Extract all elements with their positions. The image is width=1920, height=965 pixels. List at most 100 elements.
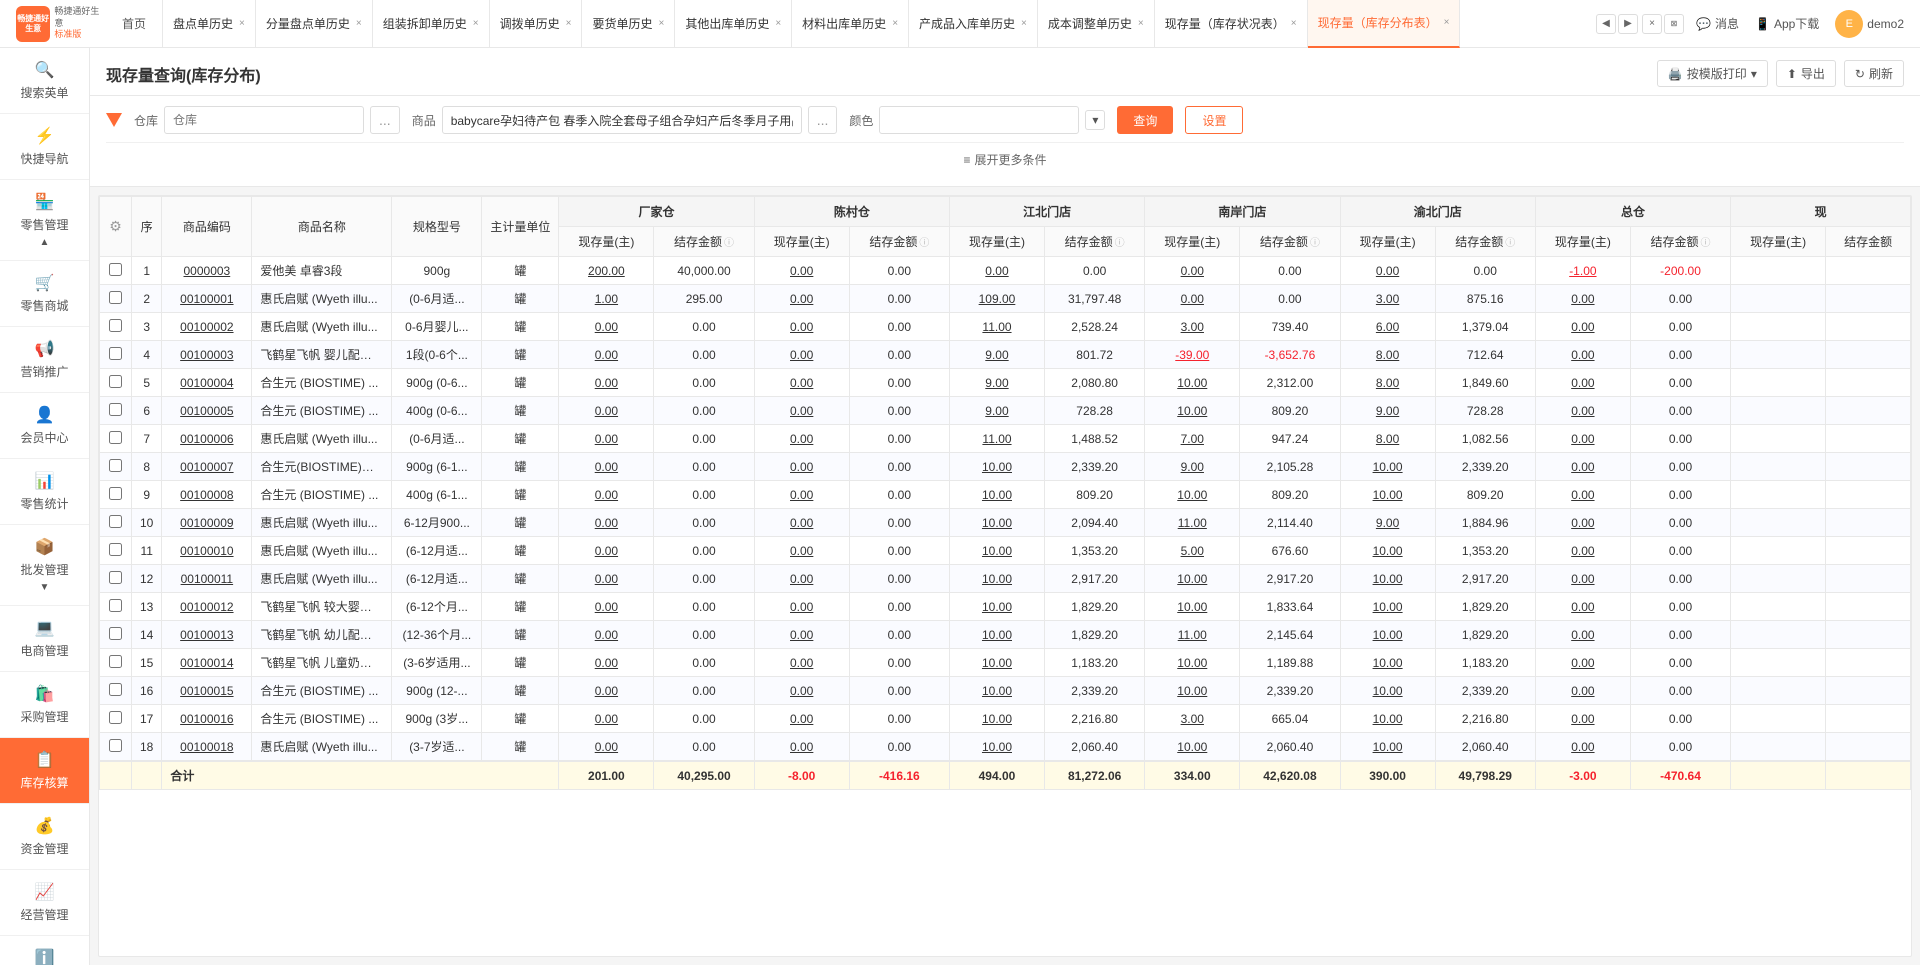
cell-factory-stock[interactable]: 0.00 bbox=[559, 537, 654, 565]
cell-village-stock[interactable]: 0.00 bbox=[754, 705, 849, 733]
cell-factory-stock[interactable]: 0.00 bbox=[559, 649, 654, 677]
cell-jiangbei-stock[interactable]: 109.00 bbox=[949, 285, 1044, 313]
collapse-triangle[interactable] bbox=[106, 113, 122, 127]
nav-prev-arrow[interactable]: ◀ bbox=[1596, 14, 1616, 34]
export-button[interactable]: ⬆ 导出 bbox=[1776, 60, 1836, 87]
cell-jiangbei-stock[interactable]: 10.00 bbox=[949, 621, 1044, 649]
color-input[interactable] bbox=[879, 106, 1079, 134]
cell-factory-stock[interactable]: 200.00 bbox=[559, 257, 654, 285]
nav-tab-7[interactable]: 材料出库单历史 × bbox=[792, 0, 909, 48]
info-icon[interactable]: ⓘ bbox=[1505, 238, 1515, 249]
close-icon[interactable]: × bbox=[1291, 18, 1297, 29]
cell-code[interactable]: 00100018 bbox=[162, 733, 252, 762]
cell-check[interactable] bbox=[100, 509, 132, 537]
cell-factory-stock[interactable]: 0.00 bbox=[559, 425, 654, 453]
cell-check[interactable] bbox=[100, 705, 132, 733]
cell-jiangbei-stock[interactable]: 10.00 bbox=[949, 481, 1044, 509]
cell-village-stock[interactable]: 0.00 bbox=[754, 621, 849, 649]
cell-code[interactable]: 00100013 bbox=[162, 621, 252, 649]
info-icon[interactable]: ⓘ bbox=[724, 238, 734, 249]
cell-yuebei-stock[interactable]: 6.00 bbox=[1340, 313, 1435, 341]
cell-check[interactable] bbox=[100, 453, 132, 481]
cell-yuebei-stock[interactable]: 9.00 bbox=[1340, 397, 1435, 425]
cell-village-stock[interactable]: 0.00 bbox=[754, 481, 849, 509]
col-gear[interactable]: ⚙ bbox=[100, 197, 132, 257]
cell-factory-stock[interactable]: 0.00 bbox=[559, 481, 654, 509]
cell-village-stock[interactable]: 0.00 bbox=[754, 397, 849, 425]
cell-total-stock[interactable]: 0.00 bbox=[1535, 733, 1630, 762]
cell-nanang-stock[interactable]: 11.00 bbox=[1145, 509, 1240, 537]
close-icon[interactable]: × bbox=[239, 18, 245, 29]
cell-yuebei-stock[interactable]: 10.00 bbox=[1340, 593, 1435, 621]
cell-yuebei-stock[interactable]: 8.00 bbox=[1340, 425, 1435, 453]
cell-village-stock[interactable]: 0.00 bbox=[754, 369, 849, 397]
expand-conditions-btn[interactable]: ≡ 展开更多条件 bbox=[955, 147, 1054, 172]
cell-total-stock[interactable]: 0.00 bbox=[1535, 313, 1630, 341]
cell-code[interactable]: 00100004 bbox=[162, 369, 252, 397]
cell-nanang-stock[interactable]: -39.00 bbox=[1145, 341, 1240, 369]
sidebar-item-ecommerce[interactable]: 💻 电商管理 bbox=[0, 606, 89, 672]
close-icon[interactable]: × bbox=[473, 18, 479, 29]
cell-code[interactable]: 00100003 bbox=[162, 341, 252, 369]
nav-tab-10[interactable]: 现存量（库存状况表） × bbox=[1155, 0, 1308, 48]
cell-yuebei-stock[interactable]: 10.00 bbox=[1340, 705, 1435, 733]
cell-total-stock[interactable]: 0.00 bbox=[1535, 397, 1630, 425]
cell-total-stock[interactable]: 0.00 bbox=[1535, 341, 1630, 369]
cell-jiangbei-stock[interactable]: 11.00 bbox=[949, 425, 1044, 453]
sidebar-item-inventory[interactable]: 📋 库存核算 bbox=[0, 738, 89, 804]
cell-total-stock[interactable]: 0.00 bbox=[1535, 453, 1630, 481]
goods-input[interactable] bbox=[442, 106, 802, 134]
cell-yuebei-stock[interactable]: 9.00 bbox=[1340, 509, 1435, 537]
sidebar-item-finance[interactable]: 💰 资金管理 bbox=[0, 804, 89, 870]
cell-check[interactable] bbox=[100, 677, 132, 705]
cell-code[interactable]: 00100007 bbox=[162, 453, 252, 481]
print-button[interactable]: 🖨️ 按模版打印 ▾ bbox=[1657, 60, 1768, 87]
cell-check[interactable] bbox=[100, 397, 132, 425]
cell-total-stock[interactable]: 0.00 bbox=[1535, 621, 1630, 649]
nav-close-all[interactable]: ⊠ bbox=[1664, 14, 1684, 34]
cell-code[interactable]: 00100014 bbox=[162, 649, 252, 677]
cell-factory-stock[interactable]: 0.00 bbox=[559, 453, 654, 481]
cell-jiangbei-stock[interactable]: 10.00 bbox=[949, 453, 1044, 481]
nav-tab-9[interactable]: 成本调整单历史 × bbox=[1038, 0, 1155, 48]
refresh-button[interactable]: ↻ 刷新 bbox=[1844, 60, 1904, 87]
cell-jiangbei-stock[interactable]: 0.00 bbox=[949, 257, 1044, 285]
info-icon[interactable]: ⓘ bbox=[1310, 238, 1320, 249]
cell-code[interactable]: 00100010 bbox=[162, 537, 252, 565]
cell-total-stock[interactable]: 0.00 bbox=[1535, 425, 1630, 453]
cell-code[interactable]: 00100009 bbox=[162, 509, 252, 537]
sidebar-item-member[interactable]: 👤 会员中心 bbox=[0, 393, 89, 459]
sidebar-item-retail-shop[interactable]: 🛒 零售商城 bbox=[0, 261, 89, 327]
nav-tab-8[interactable]: 产成品入库单历史 × bbox=[909, 0, 1038, 48]
sidebar-item-quicknav[interactable]: ⚡ 快捷导航 bbox=[0, 114, 89, 180]
cell-factory-stock[interactable]: 1.00 bbox=[559, 285, 654, 313]
cell-factory-stock[interactable]: 0.00 bbox=[559, 677, 654, 705]
sidebar-item-retail-stats[interactable]: 📊 零售统计 bbox=[0, 459, 89, 525]
cell-code[interactable]: 00100001 bbox=[162, 285, 252, 313]
cell-nanang-stock[interactable]: 10.00 bbox=[1145, 733, 1240, 762]
cell-village-stock[interactable]: 0.00 bbox=[754, 313, 849, 341]
cell-yuebei-stock[interactable]: 10.00 bbox=[1340, 733, 1435, 762]
cell-village-stock[interactable]: 0.00 bbox=[754, 537, 849, 565]
setting-button[interactable]: 设置 bbox=[1185, 106, 1243, 134]
cell-factory-stock[interactable]: 0.00 bbox=[559, 565, 654, 593]
sidebar-item-retail-mgmt[interactable]: 🏪 零售管理 ▲ bbox=[0, 180, 89, 261]
cell-total-stock[interactable]: 0.00 bbox=[1535, 481, 1630, 509]
cell-yuebei-stock[interactable]: 10.00 bbox=[1340, 537, 1435, 565]
cell-village-stock[interactable]: 0.00 bbox=[754, 649, 849, 677]
cell-yuebei-stock[interactable]: 10.00 bbox=[1340, 453, 1435, 481]
cell-check[interactable] bbox=[100, 565, 132, 593]
close-icon[interactable]: × bbox=[1138, 18, 1144, 29]
close-icon[interactable]: × bbox=[356, 18, 362, 29]
info-icon[interactable]: ⓘ bbox=[1701, 238, 1711, 249]
cell-village-stock[interactable]: 0.00 bbox=[754, 565, 849, 593]
cell-factory-stock[interactable]: 0.00 bbox=[559, 509, 654, 537]
cell-village-stock[interactable]: 0.00 bbox=[754, 341, 849, 369]
sidebar-item-search[interactable]: 🔍 搜索英单 bbox=[0, 48, 89, 114]
cell-total-stock[interactable]: 0.00 bbox=[1535, 593, 1630, 621]
nav-tab-11[interactable]: 现存量（库存分布表） × bbox=[1308, 0, 1461, 48]
cell-village-stock[interactable]: 0.00 bbox=[754, 453, 849, 481]
cell-check[interactable] bbox=[100, 481, 132, 509]
cell-nanang-stock[interactable]: 0.00 bbox=[1145, 285, 1240, 313]
cell-jiangbei-stock[interactable]: 10.00 bbox=[949, 537, 1044, 565]
